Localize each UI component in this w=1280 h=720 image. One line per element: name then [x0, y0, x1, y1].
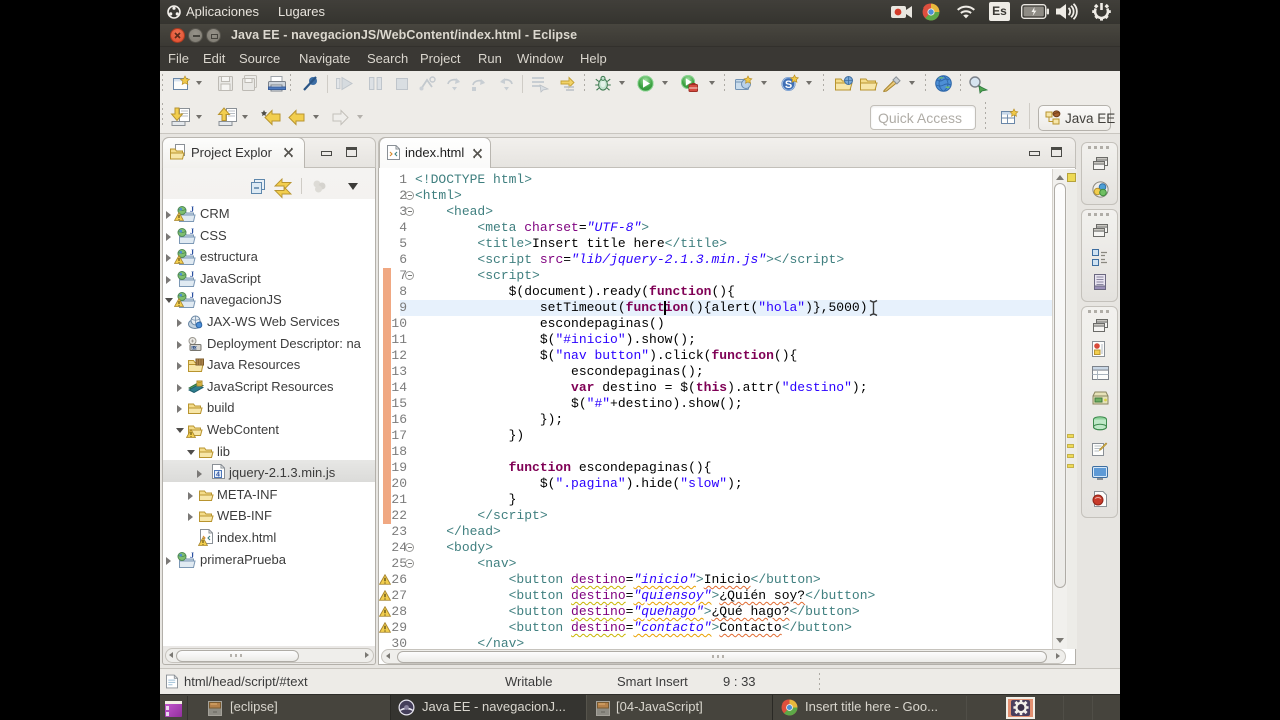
- svg-text:S: S: [785, 79, 792, 91]
